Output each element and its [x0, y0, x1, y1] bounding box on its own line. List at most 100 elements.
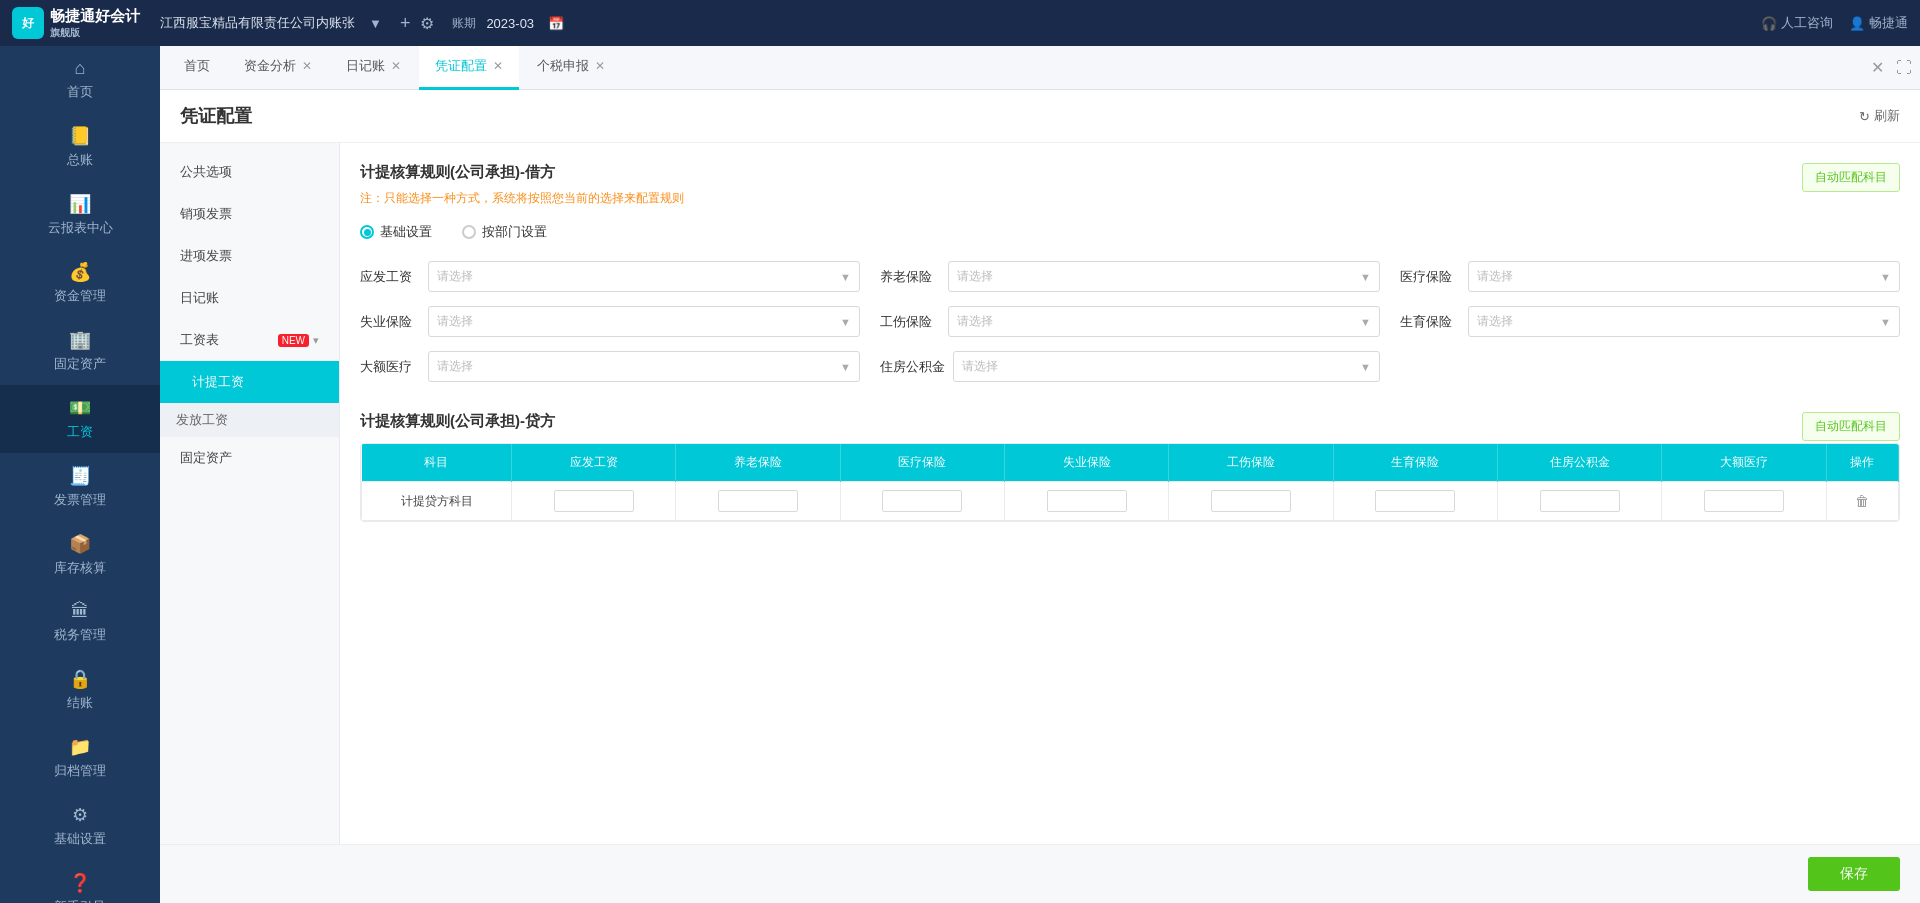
close-account-icon: 🔒: [69, 668, 91, 690]
left-nav-journal[interactable]: 日记账: [160, 277, 339, 319]
housing-select[interactable]: 请选择 ▼: [953, 351, 1380, 382]
left-nav-salary-table[interactable]: 工资表 NEW ▾: [160, 319, 339, 361]
invoice-icon: 🧾: [69, 465, 91, 487]
col-large-medical: 大额医疗: [1662, 444, 1826, 482]
row-unemployment-input-cell: [1005, 482, 1169, 521]
tab-fund-close[interactable]: ✕: [302, 59, 312, 73]
company-dropdown-icon[interactable]: ▼: [369, 16, 382, 31]
tab-journal[interactable]: 日记账 ✕: [330, 46, 417, 90]
left-nav-fixed-asset[interactable]: 固定资产: [160, 437, 339, 479]
sidebar-item-salary[interactable]: 💵 工资: [0, 385, 160, 453]
table-row: 计提贷方科目: [362, 482, 1899, 521]
tab-home[interactable]: 首页: [168, 46, 226, 90]
row-maternity-input-cell: [1333, 482, 1497, 521]
sidebar-item-fund[interactable]: 💰 资金管理: [0, 249, 160, 317]
radio-dept[interactable]: 按部门设置: [462, 223, 547, 241]
salary-select-arrow: ▼: [840, 271, 851, 283]
user-menu[interactable]: 👤 畅捷通: [1849, 14, 1908, 32]
pension-select-arrow: ▼: [1360, 271, 1371, 283]
left-nav-public[interactable]: 公共选项: [160, 151, 339, 193]
topbar-right: 🎧 人工咨询 👤 畅捷通: [1761, 14, 1908, 32]
injury-select[interactable]: 请选择 ▼: [948, 306, 1380, 337]
sidebar-item-asset[interactable]: 🏢 固定资产: [0, 317, 160, 385]
sidebar-item-basic[interactable]: ⚙ 基础设置: [0, 792, 160, 860]
sidebar-item-tax[interactable]: 🏛 税务管理: [0, 589, 160, 656]
col-housing: 住房公积金: [1497, 444, 1661, 482]
row-injury-input[interactable]: [1211, 490, 1291, 512]
credit-auto-match-button[interactable]: 自动匹配科目: [1802, 412, 1900, 441]
chevron-down-icon: ▾: [313, 334, 319, 347]
sidebar-item-guide[interactable]: ❓ 新手引导: [0, 860, 160, 903]
period-value: 2023-03: [486, 16, 534, 31]
sidebar-item-home[interactable]: ⌂ 首页: [0, 46, 160, 113]
save-button[interactable]: 保存: [1808, 857, 1900, 891]
basic-icon: ⚙: [72, 804, 88, 826]
salary-select[interactable]: 请选择 ▼: [428, 261, 860, 292]
tab-actions: ✕ ⛶: [1871, 58, 1912, 77]
col-salary: 应发工资: [512, 444, 676, 482]
col-subject: 科目: [362, 444, 512, 482]
logo-icon: 好: [12, 7, 44, 39]
field-pension: 养老保险 请选择 ▼: [880, 261, 1380, 292]
row-medical-input[interactable]: [882, 490, 962, 512]
unemployment-select[interactable]: 请选择 ▼: [428, 306, 860, 337]
left-nav-deduct[interactable]: 计提工资: [160, 361, 339, 403]
sidebar-item-close[interactable]: 🔒 结账: [0, 656, 160, 724]
radio-basic[interactable]: 基础设置: [360, 223, 432, 241]
row-delete-cell: 🗑: [1826, 482, 1898, 521]
refresh-icon: ↻: [1859, 109, 1870, 124]
gear-icon[interactable]: ⚙: [420, 14, 434, 33]
medical-label: 医疗保险: [1400, 268, 1460, 286]
add-button[interactable]: +: [400, 13, 411, 34]
maternity-select[interactable]: 请选择 ▼: [1468, 306, 1900, 337]
row-housing-input[interactable]: [1540, 490, 1620, 512]
credit-table-wrapper: 科目 应发工资 养老保险 医疗保险 失业保险 工伤保险 生育保险 住房公积金 大: [360, 443, 1900, 522]
col-action: 操作: [1826, 444, 1898, 482]
injury-select-arrow: ▼: [1360, 316, 1371, 328]
left-nav-purchase[interactable]: 进项发票: [160, 235, 339, 277]
consult-button[interactable]: 🎧 人工咨询: [1761, 14, 1833, 32]
tab-journal-close[interactable]: ✕: [391, 59, 401, 73]
large-medical-select[interactable]: 请选择 ▼: [428, 351, 860, 382]
sidebar-item-ledger[interactable]: 📒 总账: [0, 113, 160, 181]
two-panel: 公共选项 销项发票 进项发票 日记账 工资表 NEW ▾ 计提工资 发放工资 固…: [160, 143, 1920, 844]
tab-voucher[interactable]: 凭证配置 ✕: [419, 46, 519, 90]
row-unemployment-input[interactable]: [1047, 490, 1127, 512]
app-name: 畅捷通好会计: [50, 7, 140, 26]
sidebar-item-invoice[interactable]: 🧾 发票管理: [0, 453, 160, 521]
sidebar-item-archive[interactable]: 📁 归档管理: [0, 724, 160, 792]
headset-icon: 🎧: [1761, 16, 1777, 31]
col-maternity: 生育保险: [1333, 444, 1497, 482]
tab-close-window-icon[interactable]: ✕: [1871, 58, 1884, 77]
tab-fund[interactable]: 资金分析 ✕: [228, 46, 328, 90]
salary-icon: 💵: [69, 397, 91, 419]
pension-label: 养老保险: [880, 268, 940, 286]
salary-label: 应发工资: [360, 268, 420, 286]
pension-select[interactable]: 请选择 ▼: [948, 261, 1380, 292]
new-badge: NEW: [278, 334, 309, 347]
row-salary-input[interactable]: [554, 490, 634, 512]
row-large-medical-input[interactable]: [1704, 490, 1784, 512]
debit-auto-match-button[interactable]: 自动匹配科目: [1802, 163, 1900, 192]
left-nav-sales[interactable]: 销项发票: [160, 193, 339, 235]
row-maternity-input[interactable]: [1375, 490, 1455, 512]
refresh-button[interactable]: ↻ 刷新: [1859, 107, 1900, 125]
page-content: 凭证配置 ↻ 刷新 公共选项 销项发票 进项发票 日记账 工资表 NEW: [160, 90, 1920, 903]
maternity-label: 生育保险: [1400, 313, 1460, 331]
left-nav-pay[interactable]: 发放工资: [160, 403, 339, 437]
tab-tax-close[interactable]: ✕: [595, 59, 605, 73]
medical-select[interactable]: 请选择 ▼: [1468, 261, 1900, 292]
sidebar-item-report[interactable]: 📊 云报表中心: [0, 181, 160, 249]
credit-table: 科目 应发工资 养老保险 医疗保险 失业保险 工伤保险 生育保险 住房公积金 大: [361, 444, 1899, 521]
col-unemployment: 失业保险: [1005, 444, 1169, 482]
sidebar-item-inventory[interactable]: 📦 库存核算: [0, 521, 160, 589]
tab-maximize-icon[interactable]: ⛶: [1896, 59, 1912, 77]
tab-tax[interactable]: 个税申报 ✕: [521, 46, 621, 90]
tab-voucher-close[interactable]: ✕: [493, 59, 503, 73]
calendar-icon[interactable]: 📅: [548, 16, 564, 31]
delete-row-button[interactable]: 🗑: [1855, 493, 1869, 509]
app-sub: 旗舰版: [50, 26, 140, 40]
tax-icon: 🏛: [71, 601, 89, 622]
row-pension-input[interactable]: [718, 490, 798, 512]
unemployment-label: 失业保险: [360, 313, 420, 331]
